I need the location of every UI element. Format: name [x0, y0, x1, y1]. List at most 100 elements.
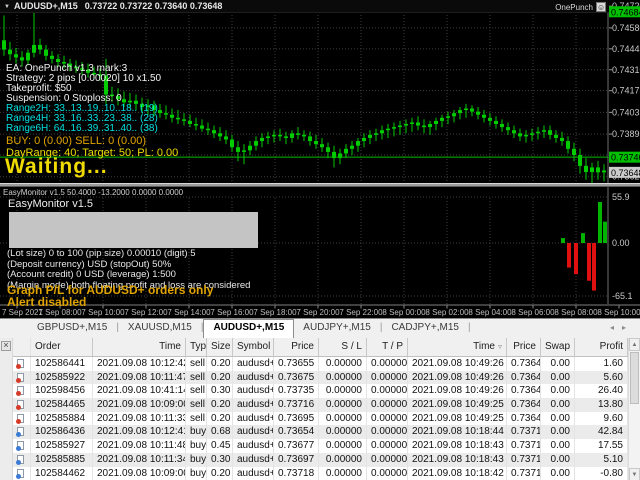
- cell-type: buy: [186, 466, 207, 480]
- column-header-time[interactable]: Time: [93, 338, 186, 356]
- sell-order-icon: [16, 359, 24, 369]
- order-row[interactable]: 102584462 2021.09.08 10:09:00 buy 0.20 audus…: [13, 466, 628, 480]
- cell-type: sell: [186, 357, 207, 371]
- easymonitor-panel-box: [9, 212, 258, 248]
- order-row[interactable]: 102585885 2021.09.08 10:11:34 buy 0.30 audus…: [13, 452, 628, 467]
- cell-swap: 0.00: [541, 370, 575, 385]
- cell-price: 0.73647: [507, 411, 541, 426]
- cell-symbol: audusd+: [233, 384, 274, 399]
- chart-title-bar[interactable]: ▼ AUDUSD+,M15 0.73722 0.73722 0.73640 0.73…: [0, 0, 608, 13]
- cell-order: 102585922: [31, 370, 93, 385]
- mt4-terminal-window: 7 Sep 2021 7 Sep 08:00 7 Sep 10:00 7 Sep 12…: [0, 0, 640, 480]
- easymonitor-info-line: (Deposit currency) USD (stopOut) 50%: [7, 258, 172, 270]
- cell-time: 2021.09.08 10:12:41: [93, 425, 186, 440]
- chart-tab-audusd-m15[interactable]: AUDUSD+,M15: [203, 319, 295, 339]
- cell-sl: 0.00000: [319, 357, 367, 371]
- column-header-sl[interactable]: S / L: [319, 338, 367, 356]
- chart-tab-xauusd-m15[interactable]: XAUUSD,M15: [119, 319, 201, 338]
- cell-symbol: audusd+: [233, 411, 274, 426]
- order-row[interactable]: 102586441 2021.09.08 10:12:42 sell 0.20 audu…: [13, 357, 628, 371]
- cell-price: 0.73647: [507, 370, 541, 385]
- cell-swap: 0.00: [541, 357, 575, 371]
- time-axis-label: 8 Sep 00:00: [382, 308, 426, 317]
- tab-prev-icon[interactable]: ◂: [610, 323, 622, 332]
- order-row[interactable]: 102598456 2021.09.08 10:41:14 sell 0.30 audu…: [13, 384, 628, 399]
- cell-swap: 0.00: [541, 439, 575, 453]
- cell-profit: -0.80: [575, 466, 628, 480]
- ea-status-text: Waiting...: [5, 155, 108, 178]
- cell-symbol: audusd+: [233, 452, 274, 467]
- cell-type: sell: [186, 398, 207, 412]
- tab-next-icon[interactable]: ▸: [622, 323, 634, 332]
- cell-time: 2021.09.08 10:11:47: [93, 370, 186, 385]
- time-axis-label: 8 Sep 02:00: [425, 308, 469, 317]
- cell-time: 2021.09.08 10:49:25: [408, 398, 507, 412]
- price-badge: 0.73746: [611, 153, 640, 163]
- sell-order-icon: [16, 372, 24, 383]
- ea-smiley-icon[interactable]: ☺: [596, 2, 606, 12]
- chart-menu-icon[interactable]: ▼: [4, 1, 10, 13]
- sub-scale-label: 0.00: [612, 238, 630, 248]
- cell-price: 0.73647: [507, 384, 541, 399]
- cell-price: 0.73677: [274, 439, 319, 453]
- chart-tab-audjpy-m15[interactable]: AUDJPY+,M15: [294, 319, 380, 338]
- table-scrollbar[interactable]: ▲ ▼: [628, 338, 640, 480]
- cell-tp: 0.00000: [367, 384, 408, 399]
- cell-swap: 0.00: [541, 425, 575, 440]
- pane-splitter[interactable]: [0, 183, 640, 187]
- price-axis-label: 0.74580: [612, 23, 640, 33]
- column-header-size[interactable]: Size: [207, 338, 233, 356]
- cell-price: 0.73735: [274, 384, 319, 399]
- cell-swap: 0.00: [541, 384, 575, 399]
- cell-sl: 0.00000: [319, 398, 367, 412]
- scroll-up-icon[interactable]: ▲: [629, 338, 640, 351]
- column-header-price[interactable]: Price: [274, 338, 319, 356]
- cell-sl: 0.00000: [319, 425, 367, 440]
- cell-symbol: audusd+: [233, 466, 274, 480]
- column-header-order[interactable]: Order: [31, 338, 93, 356]
- cell-time: 2021.09.08 10:11:34: [93, 452, 186, 467]
- cell-sl: 0.00000: [319, 466, 367, 480]
- time-axis-label: 8 Sep 06:00: [511, 308, 555, 317]
- chart-symbol-label: AUDUSD+,M15: [13, 1, 78, 11]
- column-header-tp[interactable]: T / P: [367, 338, 408, 356]
- cell-tp: 0.00000: [367, 370, 408, 385]
- cell-tp: 0.00000: [367, 357, 408, 371]
- cell-order: 102585927: [31, 439, 93, 453]
- easymonitor-info-line: (Account credit) 0 USD (leverage) 1:500: [7, 269, 176, 280]
- scrollbar-thumb[interactable]: [630, 352, 639, 404]
- ea-name-badge[interactable]: OnePunch ☺: [555, 2, 606, 13]
- time-axis-label: 8 Sep 04:00: [468, 308, 512, 317]
- cell-price: 0.73714: [507, 452, 541, 467]
- cell-time: 2021.09.08 10:49:25: [408, 411, 507, 426]
- column-header-profit[interactable]: Profit: [575, 338, 628, 356]
- cell-order: 102585884: [31, 411, 93, 426]
- cell-order: 102598456: [31, 384, 93, 399]
- cell-order: 102586441: [31, 357, 93, 371]
- easymonitor-title: EasyMonitor v1.5: [8, 198, 93, 210]
- order-row[interactable]: 102585922 2021.09.08 10:11:47 sell 0.20 audu…: [13, 370, 628, 385]
- order-row[interactable]: 102585884 2021.09.08 10:11:33 sell 0.20 audu…: [13, 411, 628, 426]
- cell-size: 0.20: [207, 466, 233, 480]
- order-row[interactable]: 102585927 2021.09.08 10:11:48 buy 0.45 audus…: [13, 439, 628, 453]
- chart-tab-gbpusd-m15[interactable]: GBPUSD+,M15: [28, 319, 116, 338]
- order-row[interactable]: 102584465 2021.09.08 10:09:00 sell 0.20 audu…: [13, 398, 628, 412]
- order-row[interactable]: 102586436 2021.09.08 10:12:41 buy 0.68 audus…: [13, 425, 628, 440]
- time-axis-label: 7 Sep 2021: [2, 308, 43, 317]
- chart-region: 7 Sep 2021 7 Sep 08:00 7 Sep 10:00 7 Sep 12…: [0, 0, 640, 318]
- header-icon-spacer: [13, 338, 31, 356]
- column-header-type[interactable]: Type: [186, 338, 207, 356]
- close-panel-button[interactable]: ×: [1, 341, 11, 351]
- column-header-time[interactable]: Time ▿: [408, 338, 507, 356]
- chart-tab-strip: GBPUSD+,M15 | XAUUSD,M15 | AUDUSD+,M15 AUDJPY…: [0, 319, 640, 339]
- price-axis-label: 0.73895: [612, 129, 640, 139]
- cell-price: 0.73647: [507, 398, 541, 412]
- cell-tp: 0.00000: [367, 411, 408, 426]
- scroll-down-icon[interactable]: ▼: [629, 468, 640, 480]
- price-axis-label: 0.74035: [612, 107, 640, 117]
- column-header-swap[interactable]: Swap: [541, 338, 575, 356]
- chart-tab-cadjpy-m15[interactable]: CADJPY+,M15: [382, 319, 468, 338]
- column-header-symbol[interactable]: Symbol: [233, 338, 274, 356]
- panel-label-clip: Terminal: [0, 433, 13, 479]
- column-header-price[interactable]: Price: [507, 338, 541, 356]
